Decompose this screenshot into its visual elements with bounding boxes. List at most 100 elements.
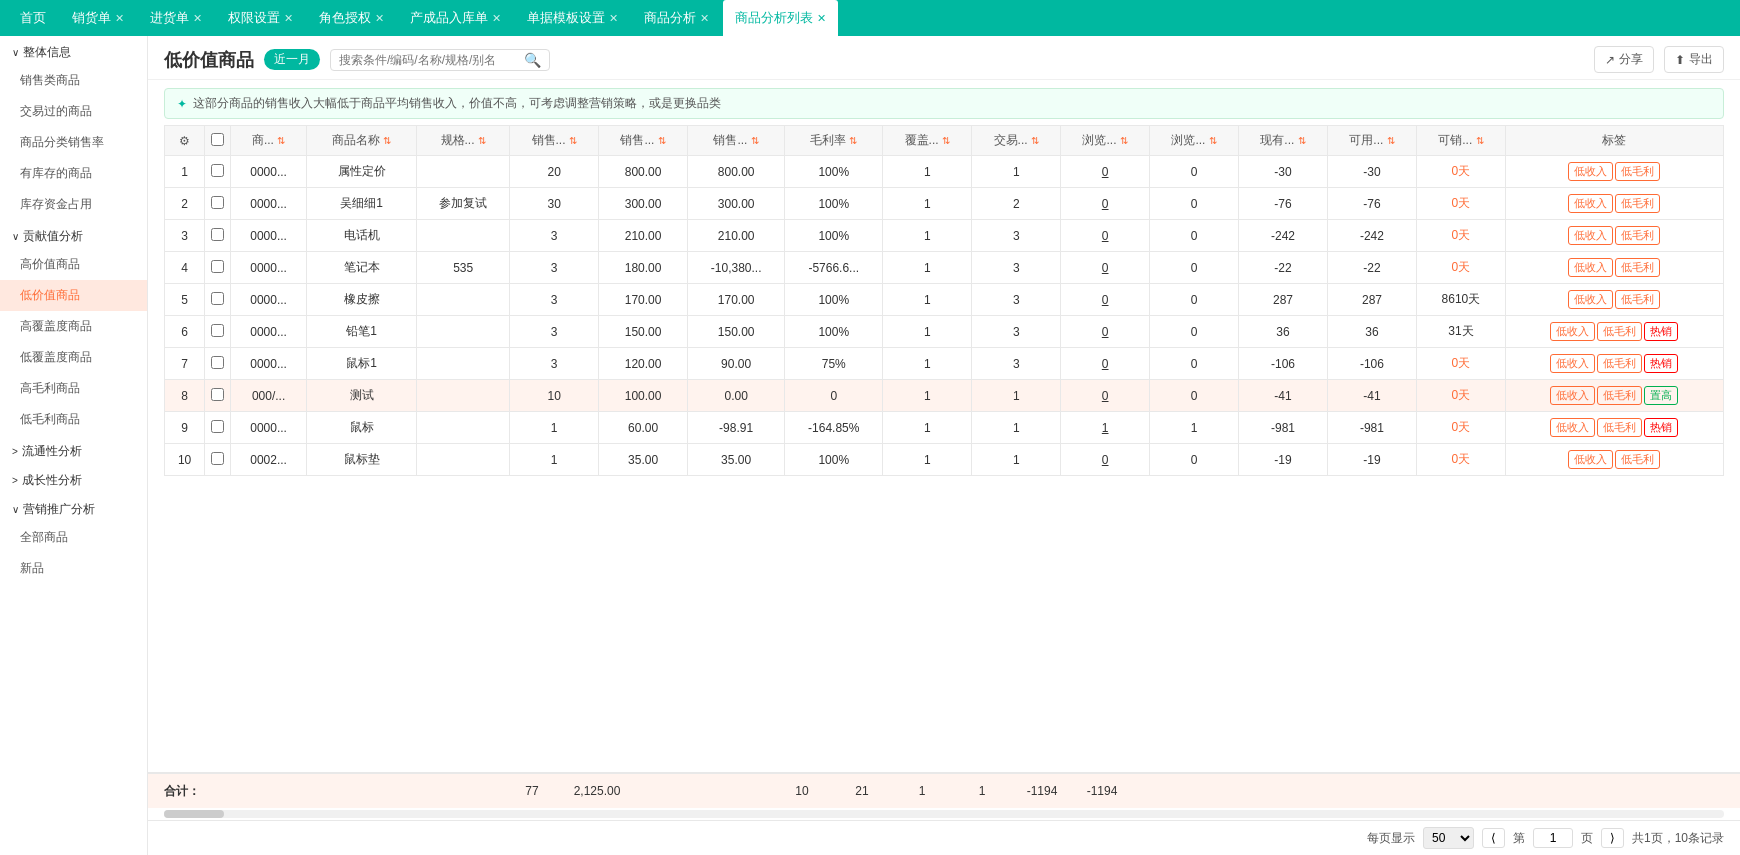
scrollbar-track[interactable] bbox=[164, 810, 1724, 818]
sidebar-item-sales-products[interactable]: 销售类商品 bbox=[0, 65, 147, 96]
table-container[interactable]: ⚙ 商... ⇅ 商品名称 ⇅ 规格... ⇅ 销售... ⇅ 销售... ⇅ … bbox=[148, 125, 1740, 772]
row-views1[interactable]: 0 bbox=[1061, 252, 1150, 284]
row-views1[interactable]: 0 bbox=[1061, 316, 1150, 348]
row-checkbox[interactable] bbox=[211, 228, 224, 241]
filter-recent-btn[interactable]: 近一月 bbox=[264, 49, 320, 70]
sidebar-group-marketing[interactable]: ∨ 营销推广分析 bbox=[0, 493, 147, 522]
sidebar-item-low-value[interactable]: 低价值商品 bbox=[0, 280, 147, 311]
sidebar-item-category-rate[interactable]: 商品分类销售率 bbox=[0, 127, 147, 158]
row-checkbox-cell[interactable] bbox=[205, 316, 231, 348]
col-code[interactable]: 商... ⇅ bbox=[231, 126, 307, 156]
col-coverage[interactable]: 覆盖... ⇅ bbox=[883, 126, 972, 156]
sidebar-item-all-products[interactable]: 全部商品 bbox=[0, 522, 147, 553]
col-views2[interactable]: 浏览... ⇅ bbox=[1150, 126, 1239, 156]
nav-stock-in[interactable]: 产成品入库单 ✕ bbox=[398, 0, 513, 36]
col-spec[interactable]: 规格... ⇅ bbox=[417, 126, 510, 156]
row-views1[interactable]: 0 bbox=[1061, 444, 1150, 476]
row-checkbox[interactable] bbox=[211, 324, 224, 337]
search-input[interactable] bbox=[339, 53, 518, 67]
col-views1[interactable]: 浏览... ⇅ bbox=[1061, 126, 1150, 156]
views1-link[interactable]: 0 bbox=[1102, 453, 1109, 467]
nav-stockin-close[interactable]: ✕ bbox=[492, 12, 501, 25]
row-checkbox[interactable] bbox=[211, 164, 224, 177]
sidebar-item-high-value[interactable]: 高价值商品 bbox=[0, 249, 147, 280]
col-current-stock[interactable]: 现有... ⇅ bbox=[1239, 126, 1328, 156]
row-checkbox-cell[interactable] bbox=[205, 380, 231, 412]
page-size-select[interactable]: 50 100 200 bbox=[1423, 827, 1474, 849]
views1-link[interactable]: 0 bbox=[1102, 389, 1109, 403]
row-checkbox-cell[interactable] bbox=[205, 220, 231, 252]
row-views1[interactable]: 0 bbox=[1061, 348, 1150, 380]
col-qty[interactable]: 销售... ⇅ bbox=[510, 126, 599, 156]
sidebar-group-overview[interactable]: ∨ 整体信息 bbox=[0, 36, 147, 65]
views1-link[interactable]: 0 bbox=[1102, 197, 1109, 211]
row-checkbox-cell[interactable] bbox=[205, 188, 231, 220]
col-available[interactable]: 可用... ⇅ bbox=[1328, 126, 1417, 156]
col-gross-margin[interactable]: 毛利率 ⇅ bbox=[785, 126, 883, 156]
first-page-btn[interactable]: ⟨ bbox=[1482, 828, 1505, 848]
scrollbar-thumb[interactable] bbox=[164, 810, 224, 818]
col-name[interactable]: 商品名称 ⇅ bbox=[306, 126, 416, 156]
nav-analysis-close[interactable]: ✕ bbox=[700, 12, 709, 25]
sidebar-group-circulation[interactable]: > 流通性分析 bbox=[0, 435, 147, 464]
row-checkbox[interactable] bbox=[211, 196, 224, 209]
nav-template-close[interactable]: ✕ bbox=[609, 12, 618, 25]
sidebar-group-contribution[interactable]: ∨ 贡献值分析 bbox=[0, 220, 147, 249]
row-checkbox-cell[interactable] bbox=[205, 156, 231, 188]
nav-role-close[interactable]: ✕ bbox=[375, 12, 384, 25]
row-checkbox[interactable] bbox=[211, 452, 224, 465]
nav-template[interactable]: 单据模板设置 ✕ bbox=[515, 0, 630, 36]
nav-analysis-list-close[interactable]: ✕ bbox=[817, 12, 826, 25]
views1-link[interactable]: 0 bbox=[1102, 293, 1109, 307]
sidebar-item-stocked-products[interactable]: 有库存的商品 bbox=[0, 158, 147, 189]
nav-sales-close[interactable]: ✕ bbox=[115, 12, 124, 25]
col-sale-amount[interactable]: 销售... ⇅ bbox=[599, 126, 688, 156]
sidebar-item-high-margin[interactable]: 高毛利商品 bbox=[0, 373, 147, 404]
views1-link[interactable]: 0 bbox=[1102, 261, 1109, 275]
sidebar-item-traded-products[interactable]: 交易过的商品 bbox=[0, 96, 147, 127]
page-number-input[interactable] bbox=[1533, 828, 1573, 848]
row-checkbox[interactable] bbox=[211, 388, 224, 401]
sidebar-item-high-coverage[interactable]: 高覆盖度商品 bbox=[0, 311, 147, 342]
col-settings[interactable]: ⚙ bbox=[165, 126, 205, 156]
views1-link[interactable]: 0 bbox=[1102, 357, 1109, 371]
nav-permission-close[interactable]: ✕ bbox=[284, 12, 293, 25]
nav-sales-order[interactable]: 销货单 ✕ bbox=[60, 0, 136, 36]
row-views1[interactable]: 0 bbox=[1061, 220, 1150, 252]
col-transactions[interactable]: 交易... ⇅ bbox=[972, 126, 1061, 156]
sidebar-item-low-margin[interactable]: 低毛利商品 bbox=[0, 404, 147, 435]
row-checkbox[interactable] bbox=[211, 292, 224, 305]
select-all-checkbox[interactable] bbox=[211, 133, 224, 146]
views1-link[interactable]: 0 bbox=[1102, 165, 1109, 179]
row-views1[interactable]: 0 bbox=[1061, 156, 1150, 188]
row-checkbox-cell[interactable] bbox=[205, 444, 231, 476]
sidebar-item-new-products[interactable]: 新品 bbox=[0, 553, 147, 584]
views1-link[interactable]: 1 bbox=[1102, 421, 1109, 435]
nav-role-auth[interactable]: 角色授权 ✕ bbox=[307, 0, 396, 36]
row-checkbox-cell[interactable] bbox=[205, 252, 231, 284]
nav-product-analysis[interactable]: 商品分析 ✕ bbox=[632, 0, 721, 36]
row-checkbox-cell[interactable] bbox=[205, 412, 231, 444]
views1-link[interactable]: 0 bbox=[1102, 325, 1109, 339]
row-views1[interactable]: 0 bbox=[1061, 380, 1150, 412]
nav-permission[interactable]: 权限设置 ✕ bbox=[216, 0, 305, 36]
nav-product-analysis-list[interactable]: 商品分析列表 ✕ bbox=[723, 0, 838, 36]
export-btn[interactable]: ⬆ 导出 bbox=[1664, 46, 1724, 73]
sidebar-item-low-coverage[interactable]: 低覆盖度商品 bbox=[0, 342, 147, 373]
row-checkbox[interactable] bbox=[211, 356, 224, 369]
row-checkbox[interactable] bbox=[211, 420, 224, 433]
col-checkbox[interactable] bbox=[205, 126, 231, 156]
sidebar-item-stock-funds[interactable]: 库存资金占用 bbox=[0, 189, 147, 220]
share-btn[interactable]: ↗ 分享 bbox=[1594, 46, 1654, 73]
col-sellable[interactable]: 可销... ⇅ bbox=[1416, 126, 1505, 156]
row-views1[interactable]: 0 bbox=[1061, 188, 1150, 220]
col-sale-value[interactable]: 销售... ⇅ bbox=[688, 126, 785, 156]
row-checkbox-cell[interactable] bbox=[205, 348, 231, 380]
nav-purchase-order[interactable]: 进货单 ✕ bbox=[138, 0, 214, 36]
nav-purchase-close[interactable]: ✕ bbox=[193, 12, 202, 25]
next-page-btn[interactable]: ⟩ bbox=[1601, 828, 1624, 848]
row-views1[interactable]: 0 bbox=[1061, 284, 1150, 316]
views1-link[interactable]: 0 bbox=[1102, 229, 1109, 243]
row-checkbox-cell[interactable] bbox=[205, 284, 231, 316]
sidebar-group-growth[interactable]: > 成长性分析 bbox=[0, 464, 147, 493]
